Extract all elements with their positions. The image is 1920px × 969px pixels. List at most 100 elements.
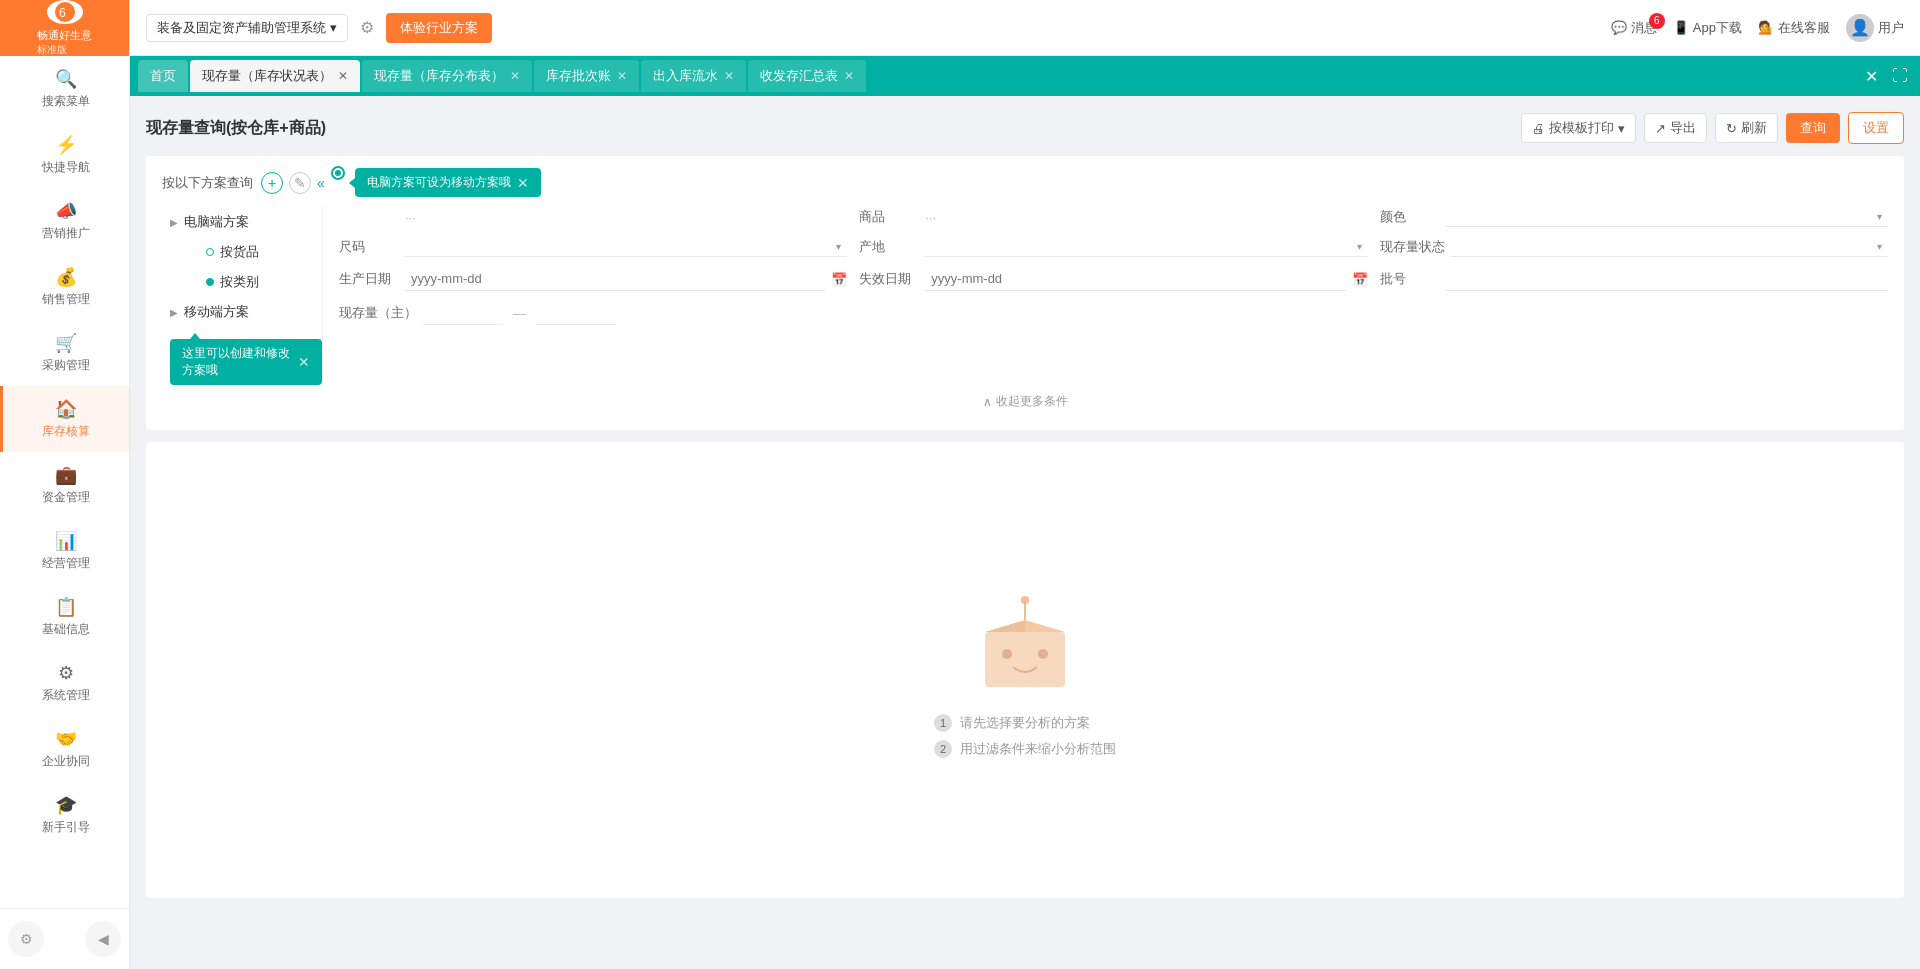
filter-edit-btn[interactable]: ✎ <box>289 172 311 194</box>
tab-close-stock-dist[interactable]: ✕ <box>510 69 520 83</box>
page-title-bar: 现存量查询(按仓库+商品) 🖨 按模板打印 ▾ ↗ 导出 ↻ 刷新 <box>146 112 1904 144</box>
filter-expire-date-input[interactable] <box>925 267 1345 291</box>
guide-icon: 🎓 <box>55 794 77 816</box>
system-selector[interactable]: 装备及固定资产辅助管理系统 ▾ <box>146 14 348 42</box>
filter-back-btn[interactable]: « <box>317 175 325 191</box>
inventory-icon: 🏠 <box>55 398 77 420</box>
topbar: 装备及固定资产辅助管理系统 ▾ ⚙ 体验行业方案 💬 消息 6 📱 App下载 … <box>130 0 1920 56</box>
export-btn[interactable]: ↗ 导出 <box>1644 113 1707 143</box>
sidebar-nav: 🔍 搜索菜单 ⚡ 快捷导航 📣 营销推广 💰 销售管理 🛒 采购管理 🏠 库存核… <box>0 56 129 908</box>
message-icon: 💬 <box>1611 20 1627 35</box>
app-download-btn[interactable]: 📱 App下载 <box>1673 19 1742 37</box>
scheme-desktop-header[interactable]: ▶ 电脑端方案 <box>162 207 322 237</box>
sidebar-item-finance[interactable]: 💼 资金管理 <box>0 452 129 518</box>
filter-field-produce-date: 生产日期 📅 <box>339 267 847 291</box>
tab-maximize-btn[interactable]: ⛶ <box>1888 63 1912 89</box>
scheme-mobile-header[interactable]: ▶ 移动端方案 <box>162 297 322 327</box>
search-btn[interactable]: 查询 <box>1786 113 1840 143</box>
content-area: 现存量查询(按仓库+商品) 🖨 按模板打印 ▾ ↗ 导出 ↻ 刷新 <box>130 96 1920 969</box>
tab-batch-ledger[interactable]: 库存批次账 ✕ <box>534 60 639 92</box>
sidebar-item-enterprise[interactable]: 🤝 企业协同 <box>0 716 129 782</box>
settings-btn[interactable]: ⚙ <box>8 921 44 957</box>
tab-close-stock-status[interactable]: ✕ <box>338 69 348 83</box>
dot-indicator <box>333 168 343 178</box>
search-icon: 🔍 <box>55 68 77 90</box>
collapse-btn[interactable]: ◀ <box>85 921 121 957</box>
svg-point-5 <box>1002 649 1012 659</box>
filter-field-color: 颜色 ▾ <box>1380 207 1888 227</box>
online-support-btn[interactable]: 💁 在线客服 <box>1758 19 1830 37</box>
svg-marker-3 <box>985 620 1025 632</box>
filter-warehouse-btn[interactable]: ··· <box>405 210 416 225</box>
basic-icon: 📋 <box>55 596 77 618</box>
filter-size-select[interactable]: ▾ <box>405 237 847 257</box>
scheme-desktop-item-2[interactable]: 按类别 <box>162 267 322 297</box>
filter-color-select[interactable]: ▾ <box>1446 207 1888 227</box>
hint-tooltip-close[interactable]: ✕ <box>298 354 310 370</box>
sidebar-item-inventory[interactable]: 🏠 库存核算 <box>0 386 129 452</box>
topbar-right: 💬 消息 6 📱 App下载 💁 在线客服 👤 用户 <box>1611 14 1904 42</box>
tab-close-in-out-flow[interactable]: ✕ <box>724 69 734 83</box>
collapse-more-btn[interactable]: ∧ 收起更多条件 <box>162 385 1888 418</box>
empty-step-2: 2 用过滤条件来缩小分析范围 <box>934 740 1116 758</box>
produce-date-calendar-icon[interactable]: 📅 <box>831 272 847 287</box>
filter-row-3: 生产日期 📅 失效日期 📅 批号 <box>339 267 1888 291</box>
tab-stock-dist[interactable]: 现存量（库存分布表） ✕ <box>362 60 532 92</box>
filter-header: 按以下方案查询 + ✎ « 电脑方案可设为移动方案哦 <box>162 168 1888 197</box>
operations-icon: 📊 <box>55 530 77 552</box>
sidebar-item-sales[interactable]: 💰 销售管理 <box>0 254 129 320</box>
filter-stock-max-input[interactable] <box>536 301 616 325</box>
filter-batch-input[interactable] <box>1446 267 1888 291</box>
filter-produce-date-input[interactable] <box>405 267 825 291</box>
set-btn[interactable]: 设置 <box>1848 112 1904 144</box>
print-btn[interactable]: 🖨 按模板打印 ▾ <box>1521 113 1636 143</box>
filter-field-size: 尺码 ▾ <box>339 237 847 257</box>
sidebar-item-system[interactable]: ⚙ 系统管理 <box>0 650 129 716</box>
tabbar-actions: ✕ ⛶ <box>1861 63 1920 90</box>
sidebar-item-guide[interactable]: 🎓 新手引导 <box>0 782 129 848</box>
sidebar-item-basic[interactable]: 📋 基础信息 <box>0 584 129 650</box>
expire-date-calendar-icon[interactable]: 📅 <box>1352 272 1368 287</box>
filter-field-stock-qty: 现存量（主） — <box>339 301 739 325</box>
sidebar-item-marketing[interactable]: 📣 营销推广 <box>0 188 129 254</box>
refresh-btn[interactable]: ↻ 刷新 <box>1715 113 1778 143</box>
message-btn[interactable]: 💬 消息 6 <box>1611 19 1657 37</box>
filter-add-btn[interactable]: + <box>261 172 283 194</box>
tab-close-batch-ledger[interactable]: ✕ <box>617 69 627 83</box>
filter-row-4: 现存量（主） — <box>339 301 1888 325</box>
tab-in-out-flow[interactable]: 出入库流水 ✕ <box>641 60 746 92</box>
filter-field-batch: 批号 <box>1380 267 1888 291</box>
empty-steps: 1 请先选择要分析的方案 2 用过滤条件来缩小分析范围 <box>934 714 1116 758</box>
tab-recv-send-summary[interactable]: 收发存汇总表 ✕ <box>748 60 866 92</box>
settings-icon[interactable]: ⚙ <box>360 18 374 37</box>
filter-header-actions: + ✎ « <box>261 172 343 194</box>
status-dropdown-icon: ▾ <box>1877 241 1882 252</box>
filter-field-product: 商品 ··· <box>859 208 1367 226</box>
filter-origin-select[interactable]: ▾ <box>925 237 1367 257</box>
sidebar-logo: 6 畅通好生意 标准版 <box>0 0 129 56</box>
page-actions: 🖨 按模板打印 ▾ ↗ 导出 ↻ 刷新 查询 设置 <box>1521 112 1904 144</box>
system-icon: ⚙ <box>58 662 74 684</box>
industry-btn[interactable]: 体验行业方案 <box>386 13 492 43</box>
scheme-desktop-item-1[interactable]: 按货品 <box>162 237 322 267</box>
purchase-icon: 🛒 <box>55 332 77 354</box>
filter-product-btn[interactable]: ··· <box>925 210 936 225</box>
empty-illustration <box>965 582 1085 702</box>
filter-row-1: ··· 商品 ··· 颜色 ▾ <box>339 207 1888 227</box>
tab-close-all-btn[interactable]: ✕ <box>1861 63 1882 90</box>
scenario-tooltip-close[interactable]: ✕ <box>517 175 529 191</box>
sidebar-item-quicknav[interactable]: ⚡ 快捷导航 <box>0 122 129 188</box>
sidebar-item-search[interactable]: 🔍 搜索菜单 <box>0 56 129 122</box>
tab-close-recv-send[interactable]: ✕ <box>844 69 854 83</box>
tree-expand-icon: ▶ <box>170 217 178 228</box>
filter-stock-min-input[interactable] <box>423 301 503 325</box>
print-dropdown-icon: ▾ <box>1618 121 1625 136</box>
tab-stock-status[interactable]: 现存量（库存状况表） ✕ <box>190 60 360 92</box>
user-btn[interactable]: 👤 用户 <box>1846 14 1904 42</box>
filter-status-select[interactable]: ▾ <box>1451 237 1888 257</box>
scheme-radio-2 <box>206 278 214 286</box>
sidebar-item-operations[interactable]: 📊 经营管理 <box>0 518 129 584</box>
tab-home[interactable]: 首页 <box>138 60 188 92</box>
sidebar-item-purchase[interactable]: 🛒 采购管理 <box>0 320 129 386</box>
sidebar: 6 畅通好生意 标准版 🔍 搜索菜单 ⚡ 快捷导航 📣 营销推广 💰 销售管理 … <box>0 0 130 969</box>
